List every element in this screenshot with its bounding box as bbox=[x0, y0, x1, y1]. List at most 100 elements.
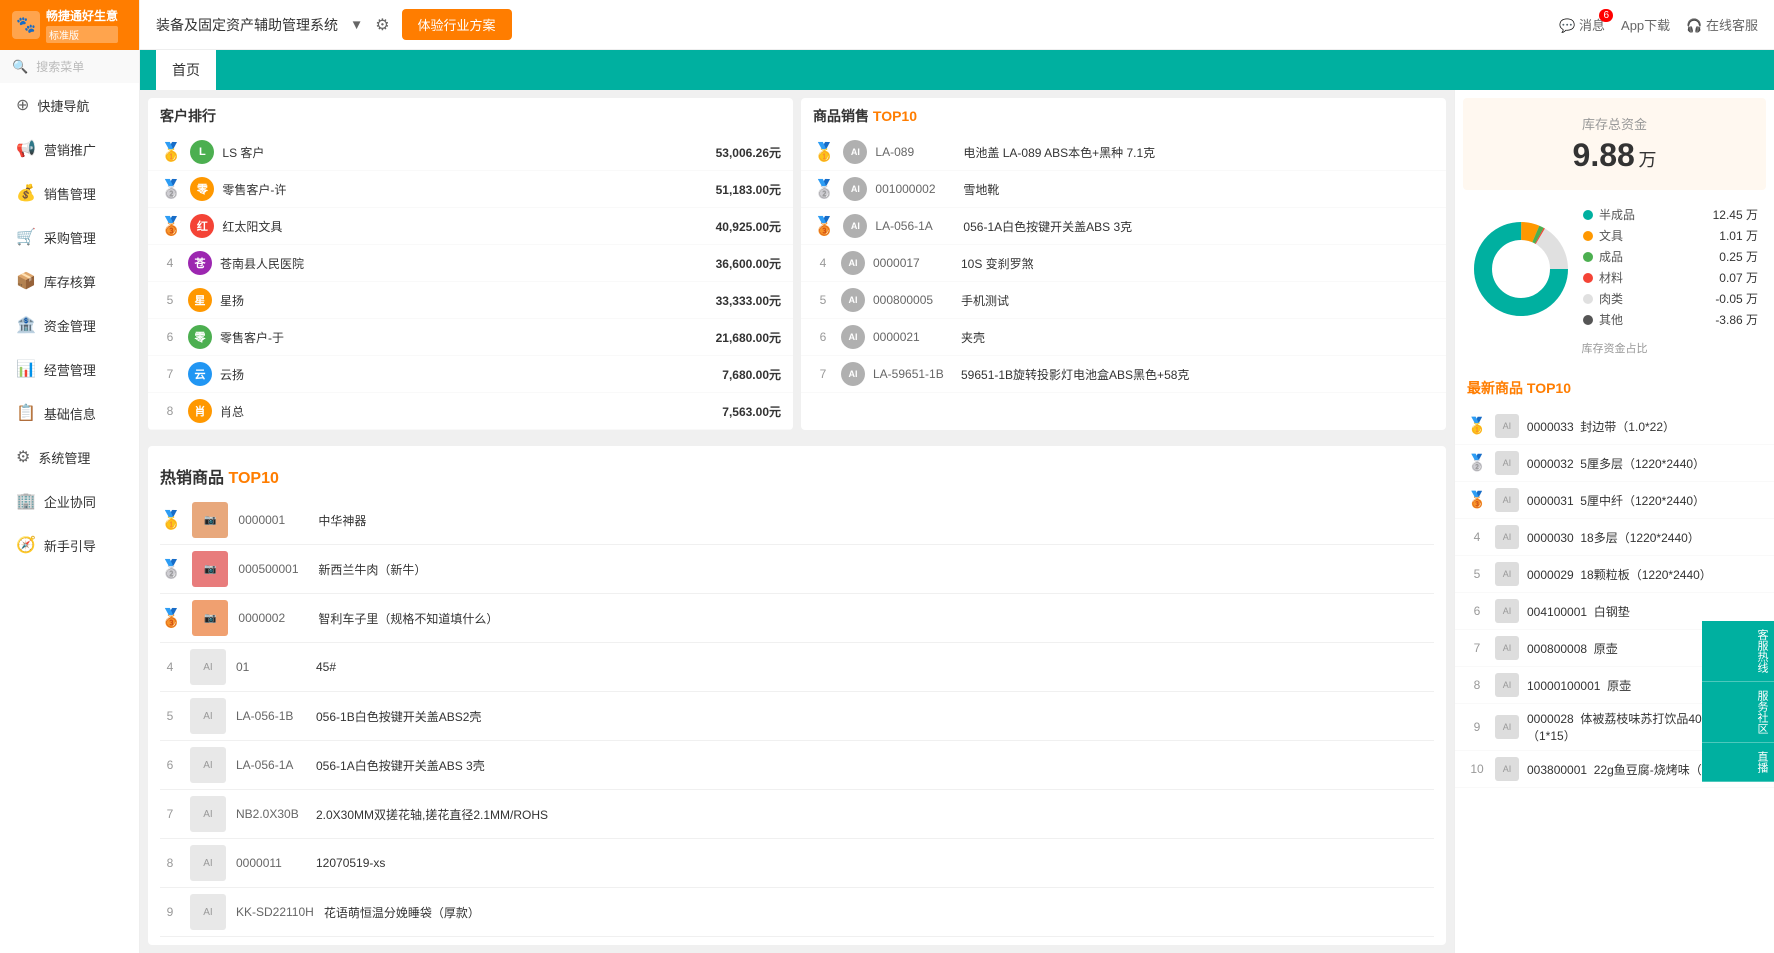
system-name: 装备及固定资产辅助管理系统 bbox=[156, 15, 338, 35]
purchase-icon: 🛒 bbox=[16, 227, 36, 247]
sidebar-item-sales[interactable]: 💰 销售管理 bbox=[0, 171, 139, 215]
settings-btn[interactable]: ⚙ bbox=[375, 15, 389, 35]
legend-name: 成品 bbox=[1599, 248, 1713, 265]
new-product-thumb: AI bbox=[1495, 715, 1519, 739]
product-name: 10S 变刹罗煞 bbox=[961, 255, 1434, 272]
rank-number: 5 bbox=[160, 709, 180, 723]
customer-row: 5 星 星扬 33,333.00元 bbox=[148, 282, 793, 319]
legend-value: 1.01 万 bbox=[1719, 227, 1758, 244]
hot-product-row: 7 AI NB2.0X30B 2.0X30MM双搓花轴,搓花直径2.1MM/RO… bbox=[160, 790, 1434, 839]
legend-value: -0.05 万 bbox=[1715, 290, 1758, 307]
inventory-icon: 📦 bbox=[16, 271, 36, 291]
product-thumb: AI bbox=[843, 177, 867, 201]
enterprise-icon: 🏢 bbox=[16, 491, 36, 511]
hot-product-name: 花语萌恒温分娩睡袋（厚款） bbox=[324, 904, 1434, 921]
product-thumb: AI bbox=[841, 362, 865, 386]
hot-product-name: 056-1A白色按键开关盖ABS 3壳 bbox=[316, 757, 1434, 774]
medal-gold-icon: 🥇 bbox=[160, 142, 182, 163]
content-area: 客户排行 🥇 L LS 客户 53,006.26元 🥈 零 零售客户-许 51,… bbox=[140, 90, 1774, 953]
legend-item: 半成品 12.45 万 bbox=[1583, 206, 1758, 223]
medal-gold-icon: 🥇 bbox=[1467, 416, 1487, 436]
hot-product-name: 12070519-xs bbox=[316, 856, 1434, 870]
customers-title: 客户排行 bbox=[160, 106, 216, 126]
sidebar-label-guide: 新手引导 bbox=[44, 536, 96, 555]
hot-product-code: NB2.0X30B bbox=[236, 807, 306, 821]
float-live-btn[interactable]: 直播 bbox=[1702, 743, 1774, 782]
legend-item: 成品 0.25 万 bbox=[1583, 248, 1758, 265]
product-name: 59651-1B旋转投影灯电池盒ABS黑色+58克 bbox=[961, 366, 1434, 383]
trial-btn[interactable]: 体验行业方案 bbox=[402, 9, 512, 40]
customer-row: 🥇 L LS 客户 53,006.26元 bbox=[148, 134, 793, 171]
sidebar-label-quicknav: 快捷导航 bbox=[37, 96, 89, 115]
medal-silver-icon: 🥈 bbox=[1467, 453, 1487, 473]
legend-name: 半成品 bbox=[1599, 206, 1707, 223]
inventory-total: 库存总资金 9.88 万 bbox=[1463, 98, 1766, 190]
sidebar-item-search[interactable]: 🔍 搜索菜单 bbox=[0, 50, 139, 83]
customer-name: 红太阳文具 bbox=[222, 218, 707, 235]
new-product-info: 0000033 封边带（1.0*22） bbox=[1527, 418, 1762, 435]
sale-product-row: 🥉 AI LA-056-1A 056-1A白色按键开关盖ABS 3克 bbox=[801, 208, 1446, 245]
sidebar-item-finance[interactable]: 🏦 资金管理 bbox=[0, 303, 139, 347]
system-dropdown-btn[interactable]: ▼ bbox=[350, 17, 363, 32]
message-area[interactable]: 💬 6 消息 bbox=[1559, 15, 1605, 34]
legend-dot bbox=[1583, 252, 1593, 262]
new-product-thumb: AI bbox=[1495, 599, 1519, 623]
product-code: 0000017 bbox=[873, 256, 953, 270]
sidebar-item-operations[interactable]: 📊 经营管理 bbox=[0, 347, 139, 391]
sidebar-item-guide[interactable]: 🧭 新手引导 bbox=[0, 523, 139, 567]
customer-name: 星扬 bbox=[220, 292, 708, 309]
top-products-card: 商品销售 TOP10 🥇 AI LA-089 电池盖 LA-089 ABS本色+… bbox=[801, 98, 1446, 430]
hot-product-code: 0000001 bbox=[238, 513, 308, 527]
sale-product-row: 6 AI 0000021 夹壳 bbox=[801, 319, 1446, 356]
customer-value: 53,006.26元 bbox=[716, 144, 781, 161]
customers-table: 🥇 L LS 客户 53,006.26元 🥈 零 零售客户-许 51,183.0… bbox=[148, 134, 793, 430]
customer-row: 6 零 零售客户-于 21,680.00元 bbox=[148, 319, 793, 356]
sidebar: 🐾 畅捷通好生意 标准版 🔍 搜索菜单 ⊕ 快捷导航 📢 营销推广 💰 销售管理… bbox=[0, 0, 140, 953]
float-community-btn[interactable]: 服务社区 bbox=[1702, 682, 1774, 743]
rank-number: 8 bbox=[1467, 678, 1487, 692]
sidebar-label-finance: 资金管理 bbox=[44, 316, 96, 335]
new-products-title: 最新商品 TOP10 bbox=[1455, 368, 1774, 408]
sidebar-label-marketing: 营销推广 bbox=[44, 140, 96, 159]
product-thumbnail: 📷 bbox=[192, 502, 228, 538]
hot-product-code: 000500001 bbox=[238, 562, 308, 576]
customer-row: 8 肖 肖总 7,563.00元 bbox=[148, 393, 793, 430]
sidebar-item-purchase[interactable]: 🛒 采购管理 bbox=[0, 215, 139, 259]
guide-icon: 🧭 bbox=[16, 535, 36, 555]
legend-dot bbox=[1583, 231, 1593, 241]
sidebar-item-marketing[interactable]: 📢 营销推广 bbox=[0, 127, 139, 171]
hot-product-name: 2.0X30MM双搓花轴,搓花直径2.1MM/ROHS bbox=[316, 806, 1434, 823]
basic-icon: 📋 bbox=[16, 403, 36, 423]
sidebar-item-quicknav[interactable]: ⊕ 快捷导航 bbox=[0, 83, 139, 127]
app-download-btn[interactable]: App下载 bbox=[1621, 15, 1670, 34]
customer-name: 零售客户-于 bbox=[220, 329, 708, 346]
sidebar-item-system[interactable]: ⚙ 系统管理 bbox=[0, 435, 139, 479]
product-thumbnail: AI bbox=[190, 894, 226, 930]
new-product-thumb: AI bbox=[1495, 562, 1519, 586]
customer-badge: 零 bbox=[188, 325, 212, 349]
product-code: LA-59651-1B bbox=[873, 367, 953, 381]
customer-row: 4 苍 苍南县人民医院 36,600.00元 bbox=[148, 245, 793, 282]
product-thumbnail: AI bbox=[190, 845, 226, 881]
customer-value: 7,680.00元 bbox=[722, 366, 781, 383]
tab-home[interactable]: 首页 bbox=[156, 50, 216, 90]
sidebar-logo: 🐾 畅捷通好生意 标准版 bbox=[0, 0, 139, 50]
customer-value: 33,333.00元 bbox=[716, 292, 781, 309]
float-service-btn[interactable]: 客服热线 bbox=[1702, 621, 1774, 682]
system-icon: ⚙ bbox=[16, 447, 30, 467]
legend-name: 其他 bbox=[1599, 311, 1709, 328]
online-service-btn[interactable]: 🎧 在线客服 bbox=[1686, 15, 1758, 34]
hot-product-name: 056-1B白色按键开关盖ABS2壳 bbox=[316, 708, 1434, 725]
sale-product-row: 🥇 AI LA-089 电池盖 LA-089 ABS本色+黑种 7.1克 bbox=[801, 134, 1446, 171]
legend-name: 文具 bbox=[1599, 227, 1713, 244]
sidebar-item-basic[interactable]: 📋 基础信息 bbox=[0, 391, 139, 435]
product-thumb: AI bbox=[841, 325, 865, 349]
legend-value: 12.45 万 bbox=[1713, 206, 1758, 223]
product-thumbnail: AI bbox=[190, 796, 226, 832]
sidebar-item-inventory[interactable]: 📦 库存核算 bbox=[0, 259, 139, 303]
product-thumbnail: AI bbox=[190, 698, 226, 734]
sidebar-item-enterprise[interactable]: 🏢 企业协同 bbox=[0, 479, 139, 523]
product-code: LA-056-1A bbox=[875, 219, 955, 233]
new-product-row: 🥇 AI 0000033 封边带（1.0*22） bbox=[1455, 408, 1774, 445]
message-icon: 💬 bbox=[1559, 18, 1575, 33]
